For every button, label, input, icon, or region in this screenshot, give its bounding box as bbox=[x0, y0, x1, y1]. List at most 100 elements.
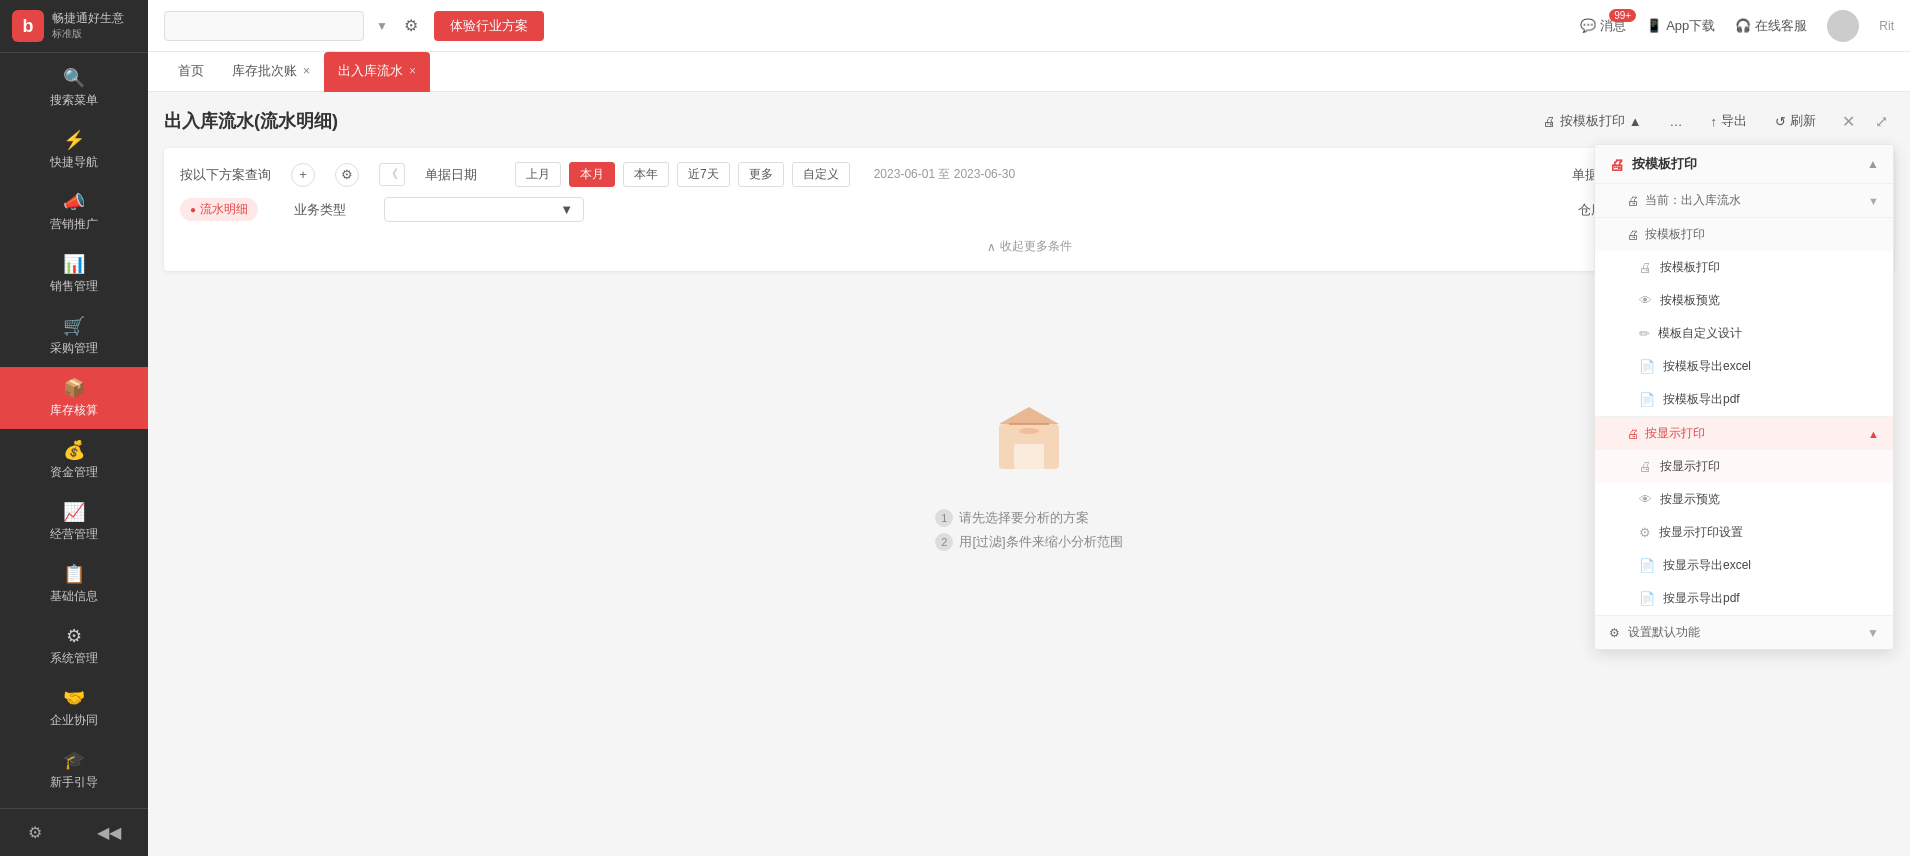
sidebar-item-label: 搜索菜单 bbox=[50, 92, 98, 109]
item-print-icon: 🖨 bbox=[1639, 260, 1652, 275]
sidebar-item-search[interactable]: 🔍 搜索菜单 bbox=[0, 57, 148, 119]
date-btn-this-month[interactable]: 本月 bbox=[569, 162, 615, 187]
topbar-search-input[interactable] bbox=[164, 11, 364, 41]
empty-tip-1: 1 请先选择要分析的方案 bbox=[935, 509, 1122, 527]
message-btn[interactable]: 💬 消息 99+ bbox=[1580, 17, 1626, 35]
tip-num-1: 1 bbox=[935, 509, 953, 527]
app-logo: b 畅捷通好生意 标准版 bbox=[0, 0, 148, 53]
panel-close-btn[interactable]: ✕ bbox=[1836, 110, 1861, 133]
empty-illustration bbox=[979, 389, 1079, 489]
tabbar: 首页 库存批次账 × 出入库流水 × bbox=[148, 52, 1910, 92]
date-btn-last-month[interactable]: 上月 bbox=[515, 162, 561, 187]
sidebar-item-marketing[interactable]: 📣 营销推广 bbox=[0, 181, 148, 243]
dropdown-item-print-template[interactable]: 🖨 按模板打印 bbox=[1595, 251, 1893, 284]
dropdown-header: 🖨 按模板打印 ▲ bbox=[1595, 145, 1893, 184]
empty-tips: 1 请先选择要分析的方案 2 用[过滤]条件来缩小分析范围 bbox=[935, 509, 1122, 557]
display-section-title: 🖨 按显示打印 bbox=[1627, 425, 1705, 442]
page-actions: 🖨 按模板打印 ▲ … ↑ 导出 ↺ 刷新 ✕ ⤢ bbox=[1535, 108, 1894, 134]
sidebar-item-appstore[interactable]: 🏪 应用中心 bbox=[0, 801, 148, 808]
sidebar-collapse-btn[interactable]: ◀◀ bbox=[93, 819, 125, 846]
topbar-gear-icon[interactable]: ⚙ bbox=[404, 16, 418, 35]
dropdown-subitem-display-pdf[interactable]: 📄 按显示导出pdf bbox=[1595, 582, 1893, 615]
print-template-btn[interactable]: 🖨 按模板打印 ▲ bbox=[1535, 108, 1650, 134]
dropdown-subitem-display-settings[interactable]: ⚙ 按显示打印设置 bbox=[1595, 516, 1893, 549]
filter-biz-label: 业务类型 bbox=[294, 201, 364, 219]
service-icon: 🎧 bbox=[1735, 18, 1751, 33]
dropdown-item-preview-template[interactable]: 👁 按模板预览 bbox=[1595, 284, 1893, 317]
sidebar-item-system[interactable]: ⚙ 系统管理 bbox=[0, 615, 148, 677]
filter-by-label: 按以下方案查询 bbox=[180, 166, 271, 184]
app-download-label: App下载 bbox=[1666, 17, 1715, 35]
tab-home[interactable]: 首页 bbox=[164, 52, 218, 92]
filter-collapse-btn[interactable]: 《 bbox=[379, 163, 405, 186]
dropdown-template-section: 🖨 按模板打印 🖨 按模板打印 👁 按模板预览 bbox=[1595, 218, 1893, 417]
basic-icon: 📋 bbox=[63, 563, 85, 585]
footer-chevron-icon: ▼ bbox=[1867, 626, 1879, 640]
online-service-btn[interactable]: 🎧 在线客服 bbox=[1735, 17, 1807, 35]
footer-settings: ⚙ 设置默认功能 bbox=[1609, 624, 1700, 641]
tab-flow-label: 出入库流水 bbox=[338, 62, 403, 80]
date-btn-this-year[interactable]: 本年 bbox=[623, 162, 669, 187]
biz-dropdown-icon: ▼ bbox=[560, 202, 573, 217]
sidebar-item-purchase[interactable]: 🛒 采购管理 bbox=[0, 305, 148, 367]
app-download-icon: 📱 bbox=[1646, 18, 1662, 33]
filter-settings-btn[interactable]: ⚙ bbox=[335, 163, 359, 187]
collab-icon: 🤝 bbox=[63, 687, 85, 709]
more-icon: … bbox=[1670, 114, 1683, 129]
refresh-label: 刷新 bbox=[1790, 112, 1816, 130]
dropdown-footer[interactable]: ⚙ 设置默认功能 ▼ bbox=[1595, 616, 1893, 649]
sidebar-settings-btn[interactable]: ⚙ bbox=[24, 819, 46, 846]
sidebar-item-sales[interactable]: 📊 销售管理 bbox=[0, 243, 148, 305]
tag-icon: ● bbox=[190, 204, 196, 215]
dropdown-subitem-display-print[interactable]: 🖨 按显示打印 bbox=[1595, 450, 1893, 483]
sidebar-item-operations[interactable]: 📈 经营管理 bbox=[0, 491, 148, 553]
filter-date-label: 单据日期 bbox=[425, 166, 495, 184]
current-chevron-icon[interactable]: ▼ bbox=[1868, 195, 1879, 207]
dropdown-subitem-display-preview[interactable]: 👁 按显示预览 bbox=[1595, 483, 1893, 516]
collapse-label: 收起更多条件 bbox=[1000, 238, 1072, 255]
dropdown-item-export-pdf[interactable]: 📄 按模板导出pdf bbox=[1595, 383, 1893, 416]
dropdown-item-custom-design[interactable]: ✏ 模板自定义设计 bbox=[1595, 317, 1893, 350]
template-section-title: 🖨 按模板打印 bbox=[1627, 226, 1705, 243]
topbar-dropdown-icon[interactable]: ▼ bbox=[376, 19, 388, 33]
topbar-right: 💬 消息 99+ 📱 App下载 🎧 在线客服 Rit bbox=[1580, 10, 1894, 42]
sidebar-item-inventory[interactable]: 📦 库存核算 bbox=[0, 367, 148, 429]
date-btn-7days[interactable]: 近7天 bbox=[677, 162, 730, 187]
page-header: 出入库流水(流水明细) 🖨 按模板打印 ▲ … ↑ 导出 ↺ 刷新 bbox=[164, 108, 1894, 134]
footer-settings-icon: ⚙ bbox=[1609, 626, 1620, 640]
tab-batch-close-icon[interactable]: × bbox=[303, 64, 310, 78]
dropdown-subitem-display-excel[interactable]: 📄 按显示导出excel bbox=[1595, 549, 1893, 582]
sidebar-item-finance[interactable]: 💰 资金管理 bbox=[0, 429, 148, 491]
template-section-header: 🖨 按模板打印 bbox=[1595, 218, 1893, 251]
panel-expand-btn[interactable]: ⤢ bbox=[1869, 110, 1894, 133]
date-btn-more[interactable]: 更多 bbox=[738, 162, 784, 187]
app-download-btn[interactable]: 📱 App下载 bbox=[1646, 17, 1715, 35]
refresh-btn[interactable]: ↺ 刷新 bbox=[1767, 108, 1824, 134]
filter-add-btn[interactable]: + bbox=[291, 163, 315, 187]
tab-batch[interactable]: 库存批次账 × bbox=[218, 52, 324, 92]
sidebar-item-basic[interactable]: 📋 基础信息 bbox=[0, 553, 148, 615]
industry-btn[interactable]: 体验行业方案 bbox=[434, 11, 544, 41]
sidebar-item-guide[interactable]: 🎓 新手引导 bbox=[0, 739, 148, 801]
export-btn[interactable]: ↑ 导出 bbox=[1703, 108, 1756, 134]
more-btn[interactable]: … bbox=[1662, 110, 1691, 133]
filter-biz-select[interactable]: ▼ bbox=[384, 197, 584, 222]
operations-icon: 📈 bbox=[63, 501, 85, 523]
user-name: Rit bbox=[1879, 19, 1894, 33]
filter-tag-liushui: ● 流水明细 bbox=[180, 198, 258, 221]
sidebar: b 畅捷通好生意 标准版 🔍 搜索菜单 ⚡ 快捷导航 📣 营销推广 📊 销售管理… bbox=[0, 0, 148, 856]
date-btn-custom[interactable]: 自定义 bbox=[792, 162, 850, 187]
dropdown-chevron-icon[interactable]: ▲ bbox=[1867, 157, 1879, 171]
sidebar-item-quicknav[interactable]: ⚡ 快捷导航 bbox=[0, 119, 148, 181]
user-avatar[interactable] bbox=[1827, 10, 1859, 42]
tab-flow-close-icon[interactable]: × bbox=[409, 64, 416, 78]
app-name: 畅捷通好生意 bbox=[52, 11, 124, 27]
dropdown-current-title: 🖨 当前：出入库流水 bbox=[1627, 192, 1741, 209]
collapse-arrow-icon: ∧ bbox=[987, 240, 996, 254]
display-chevron-icon[interactable]: ▲ bbox=[1868, 428, 1879, 440]
tab-flow[interactable]: 出入库流水 × bbox=[324, 52, 430, 92]
print-icon: 🖨 bbox=[1543, 114, 1556, 129]
sidebar-item-collab[interactable]: 🤝 企业协同 bbox=[0, 677, 148, 739]
dropdown-item-export-excel[interactable]: 📄 按模板导出excel bbox=[1595, 350, 1893, 383]
filter-tag-label: 流水明细 bbox=[200, 201, 248, 218]
